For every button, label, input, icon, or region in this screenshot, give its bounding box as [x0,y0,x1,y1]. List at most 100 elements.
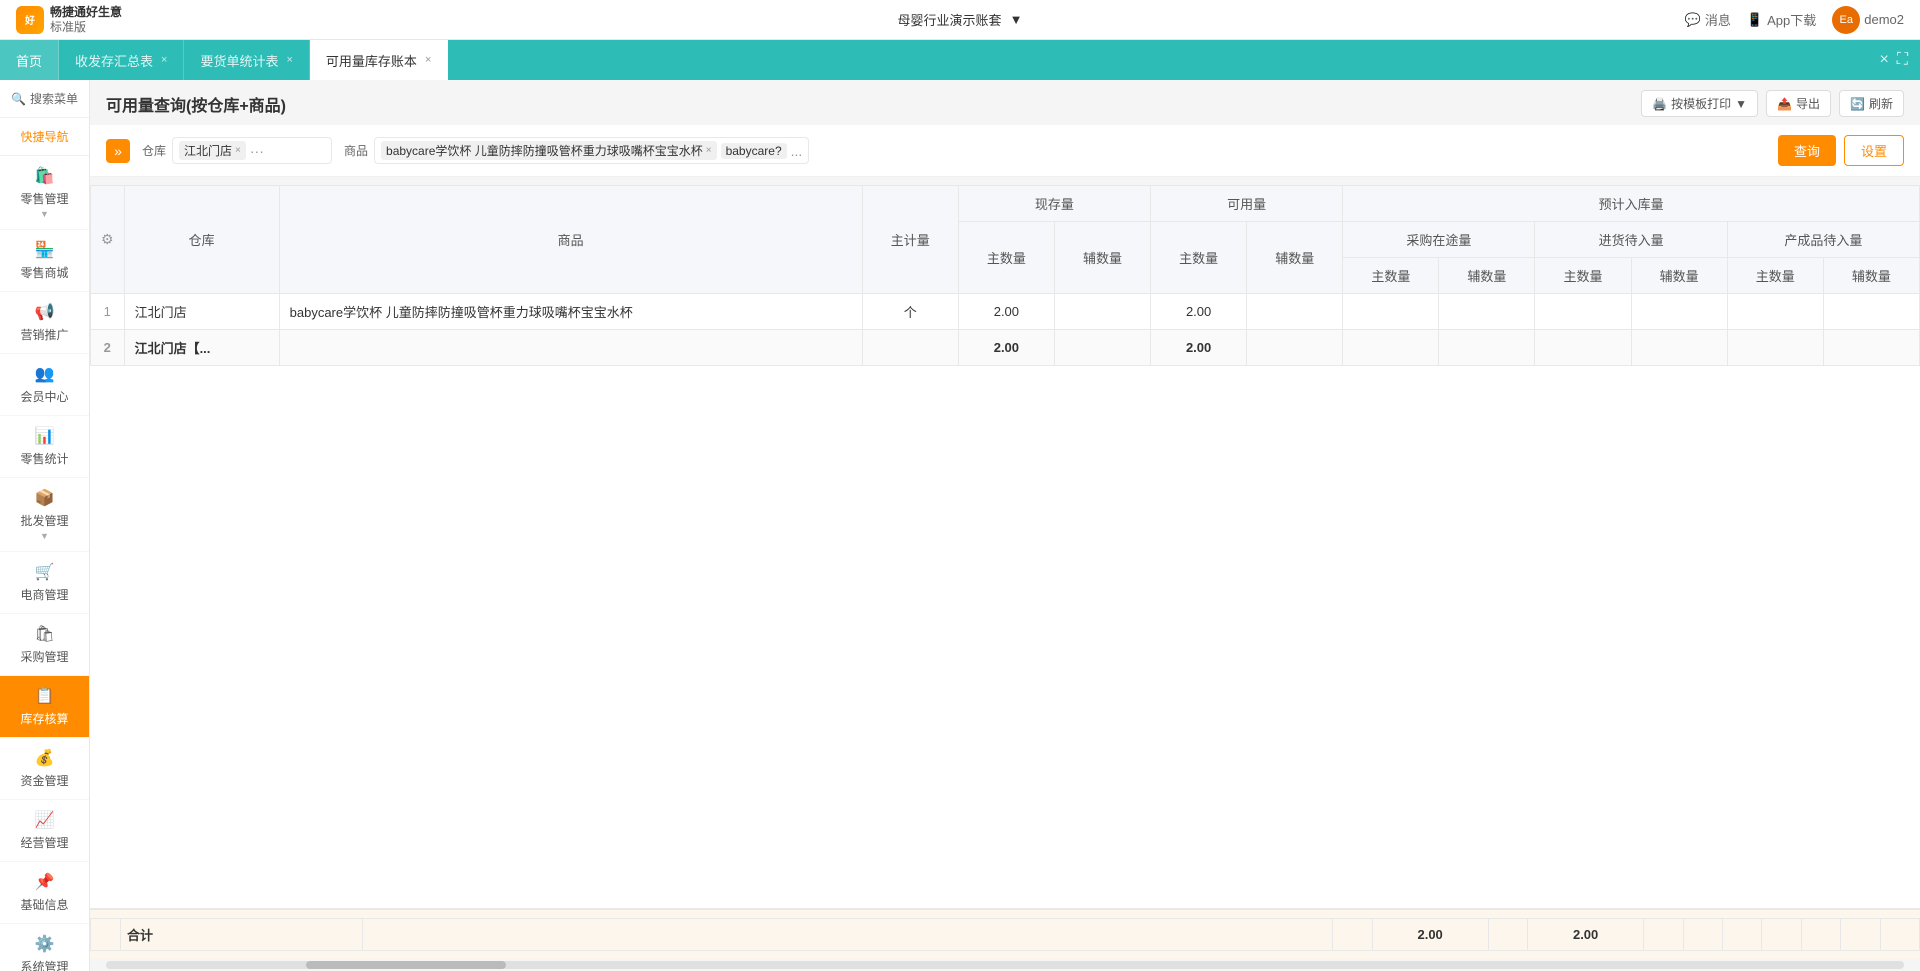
tab-home-label: 首页 [16,51,42,70]
cell-available-main-1: 2.00 [1151,294,1247,330]
sidebar-item-inventory-check[interactable]: 📋 库存核算 [0,676,89,738]
th-expected-group: 预计入库量 [1343,186,1920,222]
tab-order-stats[interactable]: 要货单统计表 × [184,40,309,80]
print-icon: 🖨️ [1652,97,1667,111]
cell-unit-1: 个 [862,294,958,330]
industry-selector[interactable]: 母婴行业演示账套 ▼ [898,10,1023,29]
product-tag-1-close[interactable]: × [706,145,712,156]
sidebar-item-ecommerce-mgmt[interactable]: 🛒 电商管理 [0,552,89,614]
sidebar-item-member-center[interactable]: 👥 会员中心 [0,354,89,416]
cell-warehouse-1: 江北门店 [124,294,279,330]
tab-available-stock[interactable]: 可用量库存账本 × [310,40,448,80]
sidebar-item-finance-mgmt[interactable]: 💰 资金管理 [0,738,89,800]
retail-mall-label: 零售商城 [20,264,68,281]
chevron-down-icon: ▼ [40,209,49,219]
logo-icon: 好 [16,6,44,34]
tab-order-stats-close[interactable]: × [286,54,292,66]
marketing-icon: 📢 [35,302,55,322]
tab-available-stock-close[interactable]: × [425,54,431,66]
warehouse-tag-container[interactable]: 江北门店 × ··· [172,137,332,164]
th-available-group: 可用量 [1151,186,1343,222]
cell-incoming-aux-1 [1631,294,1727,330]
user-profile[interactable]: Ea demo2 [1832,6,1904,34]
query-button[interactable]: 查询 [1778,135,1836,166]
summary-available-aux [1644,919,1683,951]
scrollbar-track [106,961,1904,969]
tab-close-all-button[interactable]: × [1879,51,1888,69]
cell-product-2 [279,330,862,366]
th-production-aux: 辅数量 [1823,258,1919,294]
filter-actions: 查询 设置 [1778,135,1904,166]
horizontal-scrollbar[interactable] [90,959,1920,971]
search-menu-button[interactable]: 🔍 搜索菜单 [8,90,81,107]
sidebar-item-operations-mgmt[interactable]: 📈 经营管理 [0,800,89,862]
sidebar-item-purchase-mgmt[interactable]: 🛍 采购管理 [0,614,89,676]
tab-receipt-summary-close[interactable]: × [161,54,167,66]
th-gear: ⚙ [91,186,125,294]
app-download-button[interactable]: 📱 App下载 [1747,10,1816,29]
scrollbar-thumb[interactable] [306,961,506,969]
th-incoming-main: 主数量 [1535,258,1631,294]
tab-receipt-summary-label: 收发存汇总表 [75,51,153,70]
settings-button[interactable]: 设置 [1844,135,1904,166]
tab-home[interactable]: 首页 [0,40,59,80]
tab-fullscreen-button[interactable]: ⛶ [1897,51,1908,69]
operations-mgmt-label: 经营管理 [20,834,68,851]
template-print-button[interactable]: 🖨️ 按模板打印 ▼ [1641,90,1758,117]
tab-receipt-summary[interactable]: 收发存汇总表 × [59,40,184,80]
sidebar-item-marketing[interactable]: 📢 营销推广 [0,292,89,354]
purchase-mgmt-label: 采购管理 [20,648,68,665]
cell-stock-main-1: 2.00 [958,294,1054,330]
sidebar-item-basic-info[interactable]: 📌 基础信息 [0,862,89,924]
retail-mall-icon: 🏪 [35,240,55,260]
product-tag-container[interactable]: babycare学饮杯 儿童防摔防撞吸管杯重力球吸嘴杯宝宝水杯 × babyca… [374,137,809,164]
cell-production-aux-2 [1823,330,1919,366]
th-purchase-in-aux: 辅数量 [1439,258,1535,294]
system-mgmt-label: 系统管理 [20,958,68,971]
sidebar-item-retail-mgmt[interactable]: 🛍️ 零售管理 ▼ [0,156,89,230]
warehouse-filter-label: 仓库 [142,142,166,159]
summary-table-row: 合计 2.00 2.00 [91,919,1920,951]
sidebar-item-retail-mall[interactable]: 🏪 零售商城 [0,230,89,292]
product-tag-1-text: babycare学饮杯 儿童防摔防撞吸管杯重力球吸嘴杯宝宝水杯 [386,142,703,159]
sidebar-item-retail-stats[interactable]: 📊 零售统计 [0,416,89,478]
cell-stock-aux-1 [1054,294,1150,330]
page-actions: 🖨️ 按模板打印 ▼ 📤 导出 🔄 刷新 [1641,90,1904,117]
warehouse-tag-1-close[interactable]: × [235,145,241,156]
finance-mgmt-icon: 💰 [35,748,55,768]
basic-info-label: 基础信息 [20,896,68,913]
product-more-dots[interactable]: ... [791,143,803,159]
cell-incoming-aux-2 [1631,330,1727,366]
warehouse-more-dots[interactable]: ··· [250,143,264,159]
username-label: demo2 [1864,12,1904,27]
tab-available-stock-label: 可用量库存账本 [326,51,417,70]
avatar: Ea [1832,6,1860,34]
expand-filter-button[interactable]: » [106,139,130,163]
sidebar-item-system-mgmt[interactable]: ⚙️ 系统管理 [0,924,89,971]
summary-label-cell: 合计 [121,919,363,951]
cell-production-main-2 [1727,330,1823,366]
refresh-button[interactable]: 🔄 刷新 [1839,90,1904,117]
cell-num-1: 1 [91,294,125,330]
sidebar-nav: 快捷导航 [0,118,89,156]
cell-num-2: 2 [91,330,125,366]
th-stock-aux: 辅数量 [1054,222,1150,294]
inventory-check-label: 库存核算 [20,710,68,727]
message-button[interactable]: 💬 消息 [1685,10,1731,29]
wholesale-mgmt-icon: 📦 [35,488,55,508]
column-settings-icon[interactable]: ⚙ [101,231,114,247]
table-row: 1 江北门店 babycare学饮杯 儿童防摔防撞吸管杯重力球吸嘴杯宝宝水杯 个… [91,294,1920,330]
table-row: 2 江北门店【... 2.00 2.00 [91,330,1920,366]
quick-nav-button[interactable]: 快捷导航 [0,122,89,151]
data-table: ⚙ 仓库 商品 主计量 现存量 [90,185,1920,366]
summary-cell-unit [1333,919,1372,951]
summary-cell-product [363,919,1333,951]
sidebar-item-wholesale-mgmt[interactable]: 📦 批发管理 ▼ [0,478,89,552]
th-unit: 主计量 [862,186,958,294]
warehouse-filter: 仓库 江北门店 × ··· [142,137,332,164]
page-header: 可用量查询(按仓库+商品) 🖨️ 按模板打印 ▼ 📤 导出 🔄 刷新 [90,80,1920,125]
logo-text: 畅捷通好生意 标准版 [50,5,122,34]
export-button[interactable]: 📤 导出 [1766,90,1831,117]
logo-text-line1: 畅捷通好生意 [50,5,122,19]
th-incoming-aux: 辅数量 [1631,258,1727,294]
